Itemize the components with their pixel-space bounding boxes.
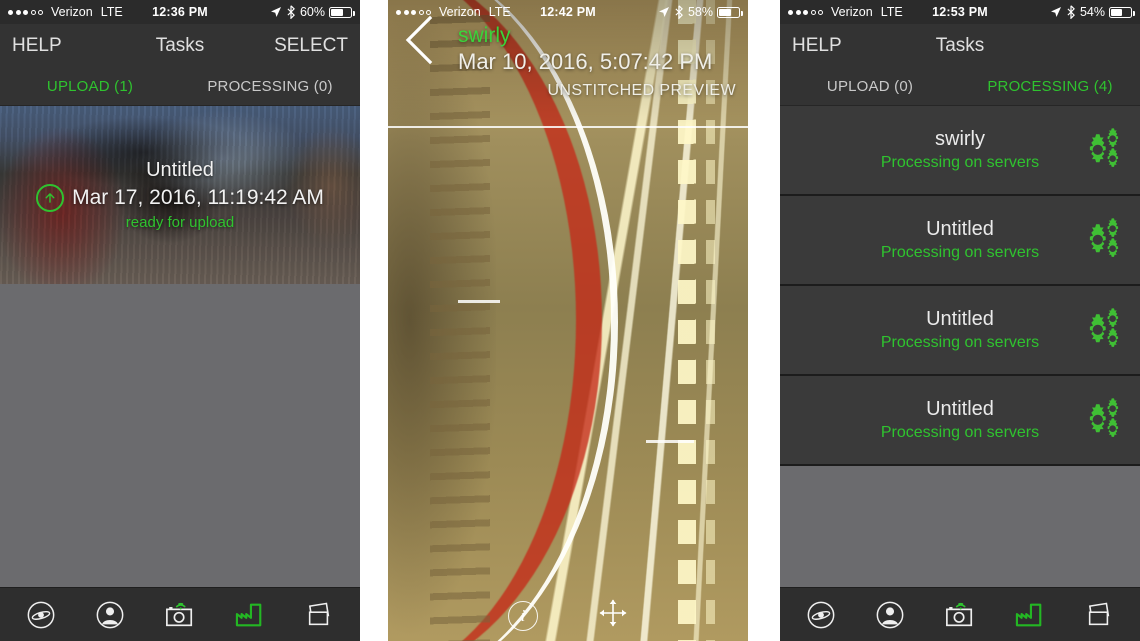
preview-badge: UNSTITCHED PREVIEW [547,82,736,99]
tab-processing[interactable]: PROCESSING (4) [960,78,1140,95]
battery-percent-label: 60% [299,5,325,19]
content-area: swirly Processing on servers Untitled Pr… [780,106,1140,587]
row-status: Processing on servers [880,334,1040,351]
select-button[interactable]: SELECT [274,35,348,57]
help-button[interactable]: HELP [792,35,842,57]
screenshot-board: Verizon LTE 12:36 PM 60% HELP Tasks SELE… [0,0,1140,641]
status-bar: Verizon LTE 12:42 PM 58% [388,0,748,24]
row-title: Untitled [926,218,994,240]
phone-screen-preview: Verizon LTE 12:42 PM 58% swirly Mar 10, … [388,0,748,641]
card-date: Mar 17, 2016, 11:19:42 AM [72,186,324,209]
gears-icon [1076,126,1122,175]
help-button[interactable]: HELP [12,35,62,57]
photo-seam-low [646,440,694,443]
table-row[interactable]: Untitled Processing on servers [780,286,1140,376]
photo-date: Mar 10, 2016, 5:07:42 PM [458,49,713,74]
factory-icon[interactable] [223,593,277,637]
photo-name: swirly [458,24,511,47]
row-title: swirly [935,128,985,150]
card-title: Untitled [146,159,214,181]
bluetooth-icon [287,5,295,19]
content-area: Untitled Mar 17, 2016, 11:19:42 AM ready… [0,106,360,587]
phone-screen-upload: Verizon LTE 12:36 PM 60% HELP Tasks SELE… [0,0,360,641]
back-chevron-icon[interactable] [396,10,442,71]
bluetooth-icon [675,5,683,19]
status-bar: Verizon LTE 12:53 PM 54% [780,0,1140,24]
gears-icon [1076,396,1122,445]
gears-icon [1076,216,1122,265]
location-arrow-icon [658,7,669,17]
viewer-controls: i [388,598,748,633]
battery-percent-label: 58% [687,5,713,19]
profile-icon[interactable] [83,593,137,637]
battery-icon [329,6,355,18]
photo-seam-mid [458,300,500,303]
bottom-toolbar [0,587,360,641]
factory-icon[interactable] [1003,593,1057,637]
tab-bar: UPLOAD (1) PROCESSING (0) [0,68,360,106]
info-icon-glyph: i [520,605,526,625]
viewer-header: swirly Mar 10, 2016, 5:07:42 PM UNSTITCH… [388,24,748,100]
battery-icon [1109,6,1135,18]
planet-icon[interactable] [794,593,848,637]
upload-arrow-icon[interactable] [36,184,65,212]
row-status: Processing on servers [880,244,1040,261]
tab-processing[interactable]: PROCESSING (0) [180,78,360,95]
location-arrow-icon [1050,7,1061,17]
battery-icon [717,6,743,18]
card-status: ready for upload [125,214,235,231]
nav-bar: HELP Tasks [780,24,1140,68]
gallery-icon[interactable] [292,593,346,637]
gallery-icon[interactable] [1072,593,1126,637]
table-row[interactable]: Untitled Processing on servers [780,196,1140,286]
row-title: Untitled [926,308,994,330]
row-status: Processing on servers [880,154,1040,171]
camera-wifi-icon[interactable] [153,593,207,637]
profile-icon[interactable] [863,593,917,637]
gears-icon [1076,306,1122,355]
pan-move-icon[interactable] [598,598,628,633]
battery-percent-label: 54% [1079,5,1105,19]
row-title: Untitled [926,398,994,420]
table-row[interactable]: swirly Processing on servers [780,106,1140,196]
tab-upload[interactable]: UPLOAD (1) [0,78,180,95]
table-row[interactable]: Untitled Processing on servers [780,376,1140,466]
tab-bar: UPLOAD (0) PROCESSING (4) [780,68,1140,106]
upload-task-card[interactable]: Untitled Mar 17, 2016, 11:19:42 AM ready… [0,106,360,284]
location-arrow-icon [270,7,281,17]
photo-viewer[interactable]: Verizon LTE 12:42 PM 58% swirly Mar 10, … [388,0,748,641]
row-status: Processing on servers [880,424,1040,441]
nav-bar: HELP Tasks SELECT [0,24,360,68]
phone-screen-processing: Verizon LTE 12:53 PM 54% HELP Tasks UPLO… [780,0,1140,641]
bottom-toolbar [780,587,1140,641]
tab-upload[interactable]: UPLOAD (0) [780,78,960,95]
info-icon[interactable]: i [508,600,538,631]
planet-icon[interactable] [14,593,68,637]
camera-wifi-icon[interactable] [933,593,987,637]
status-bar: Verizon LTE 12:36 PM 60% [0,0,360,24]
bluetooth-icon [1067,5,1075,19]
